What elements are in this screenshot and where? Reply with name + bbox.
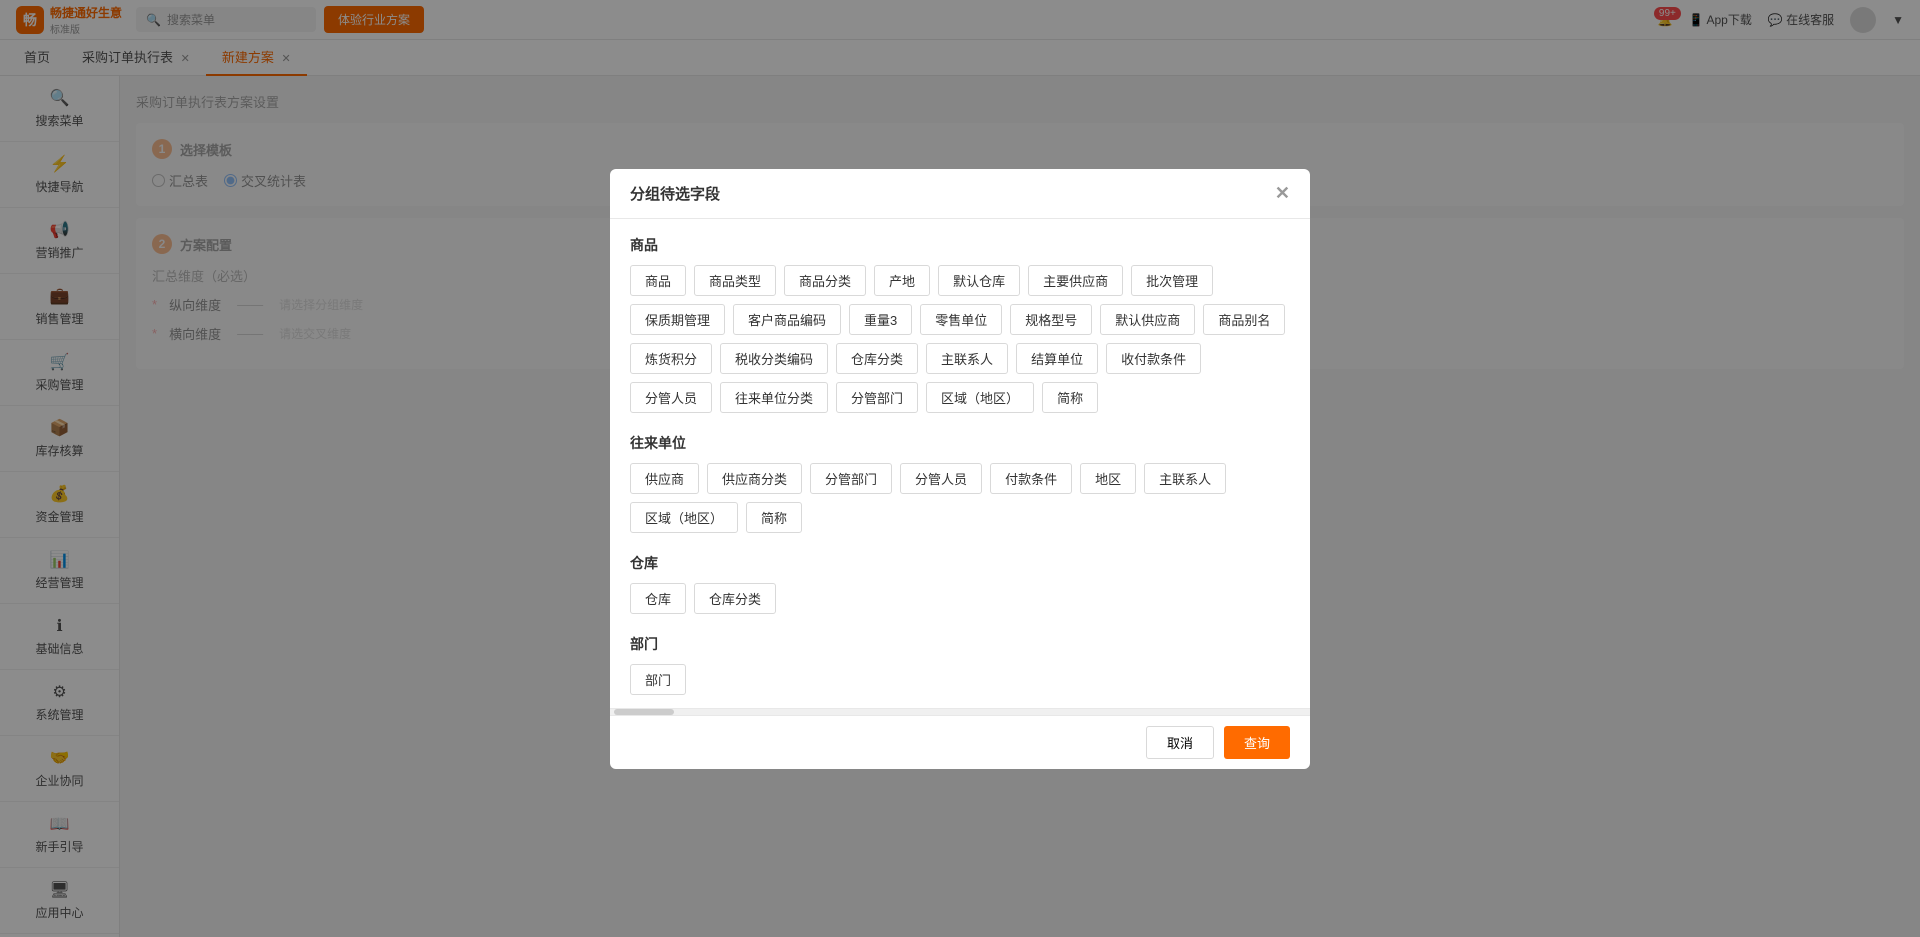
tag-product-15[interactable]: 税收分类编码 bbox=[720, 343, 828, 374]
tag-product-1[interactable]: 商品类型 bbox=[694, 265, 776, 296]
tag-product-22[interactable]: 分管部门 bbox=[836, 382, 918, 413]
tag-product-3[interactable]: 产地 bbox=[874, 265, 930, 296]
modal-body: 商品 商品 商品类型 商品分类 产地 默认仓库 主要供应商 批次管理 保质期管理… bbox=[610, 219, 1310, 708]
section-warehouse-title: 仓库 bbox=[630, 553, 1290, 573]
tag-product-14[interactable]: 炼货积分 bbox=[630, 343, 712, 374]
modal-title: 分组待选字段 bbox=[630, 183, 720, 204]
tag-warehouse-0[interactable]: 仓库 bbox=[630, 583, 686, 614]
tag-product-4[interactable]: 默认仓库 bbox=[938, 265, 1020, 296]
tag-product-9[interactable]: 重量3 bbox=[849, 304, 912, 335]
tag-product-2[interactable]: 商品分类 bbox=[784, 265, 866, 296]
tag-product-6[interactable]: 批次管理 bbox=[1131, 265, 1213, 296]
tag-product-18[interactable]: 结算单位 bbox=[1016, 343, 1098, 374]
tag-warehouse-1[interactable]: 仓库分类 bbox=[694, 583, 776, 614]
tag-partner-6[interactable]: 主联系人 bbox=[1144, 463, 1226, 494]
section-partner-tags: 供应商 供应商分类 分管部门 分管人员 付款条件 地区 主联系人 区域（地区） … bbox=[630, 463, 1290, 533]
tag-partner-1[interactable]: 供应商分类 bbox=[707, 463, 802, 494]
section-dept: 部门 部门 bbox=[630, 634, 1290, 695]
section-product-tags: 商品 商品类型 商品分类 产地 默认仓库 主要供应商 批次管理 保质期管理 客户… bbox=[630, 265, 1290, 413]
tag-partner-7[interactable]: 区域（地区） bbox=[630, 502, 738, 533]
tag-partner-5[interactable]: 地区 bbox=[1080, 463, 1136, 494]
section-dept-title: 部门 bbox=[630, 634, 1290, 654]
tag-product-7[interactable]: 保质期管理 bbox=[630, 304, 725, 335]
section-dept-tags: 部门 bbox=[630, 664, 1290, 695]
section-warehouse-tags: 仓库 仓库分类 bbox=[630, 583, 1290, 614]
modal-overlay: 分组待选字段 ✕ 商品 商品 商品类型 商品分类 产地 默认仓库 主要供应商 批… bbox=[0, 0, 1920, 937]
tag-product-8[interactable]: 客户商品编码 bbox=[733, 304, 841, 335]
modal-header: 分组待选字段 ✕ bbox=[610, 169, 1310, 219]
section-product-title: 商品 bbox=[630, 235, 1290, 255]
tag-product-11[interactable]: 规格型号 bbox=[1010, 304, 1092, 335]
modal-scrollbar-x bbox=[610, 708, 1310, 715]
tag-product-10[interactable]: 零售单位 bbox=[920, 304, 1002, 335]
section-partner-title: 往来单位 bbox=[630, 433, 1290, 453]
tag-partner-8[interactable]: 简称 bbox=[746, 502, 802, 533]
section-product: 商品 商品 商品类型 商品分类 产地 默认仓库 主要供应商 批次管理 保质期管理… bbox=[630, 235, 1290, 413]
tag-product-13[interactable]: 商品别名 bbox=[1203, 304, 1285, 335]
field-select-modal: 分组待选字段 ✕ 商品 商品 商品类型 商品分类 产地 默认仓库 主要供应商 批… bbox=[610, 169, 1310, 769]
tag-partner-0[interactable]: 供应商 bbox=[630, 463, 699, 494]
tag-product-19[interactable]: 收付款条件 bbox=[1106, 343, 1201, 374]
tag-product-0[interactable]: 商品 bbox=[630, 265, 686, 296]
tag-partner-4[interactable]: 付款条件 bbox=[990, 463, 1072, 494]
tag-product-12[interactable]: 默认供应商 bbox=[1100, 304, 1195, 335]
modal-close-button[interactable]: ✕ bbox=[1275, 183, 1290, 204]
cancel-button[interactable]: 取消 bbox=[1146, 726, 1214, 759]
tag-product-5[interactable]: 主要供应商 bbox=[1028, 265, 1123, 296]
tag-partner-3[interactable]: 分管人员 bbox=[900, 463, 982, 494]
section-partner: 往来单位 供应商 供应商分类 分管部门 分管人员 付款条件 地区 主联系人 区域… bbox=[630, 433, 1290, 533]
tag-product-20[interactable]: 分管人员 bbox=[630, 382, 712, 413]
tag-product-21[interactable]: 往来单位分类 bbox=[720, 382, 828, 413]
tag-product-17[interactable]: 主联系人 bbox=[926, 343, 1008, 374]
confirm-button[interactable]: 查询 bbox=[1224, 726, 1290, 759]
tag-partner-2[interactable]: 分管部门 bbox=[810, 463, 892, 494]
tag-product-24[interactable]: 简称 bbox=[1042, 382, 1098, 413]
tag-product-16[interactable]: 仓库分类 bbox=[836, 343, 918, 374]
tag-dept-0[interactable]: 部门 bbox=[630, 664, 686, 695]
tag-product-23[interactable]: 区域（地区） bbox=[926, 382, 1034, 413]
section-warehouse: 仓库 仓库 仓库分类 bbox=[630, 553, 1290, 614]
modal-footer: 取消 查询 bbox=[610, 715, 1310, 769]
